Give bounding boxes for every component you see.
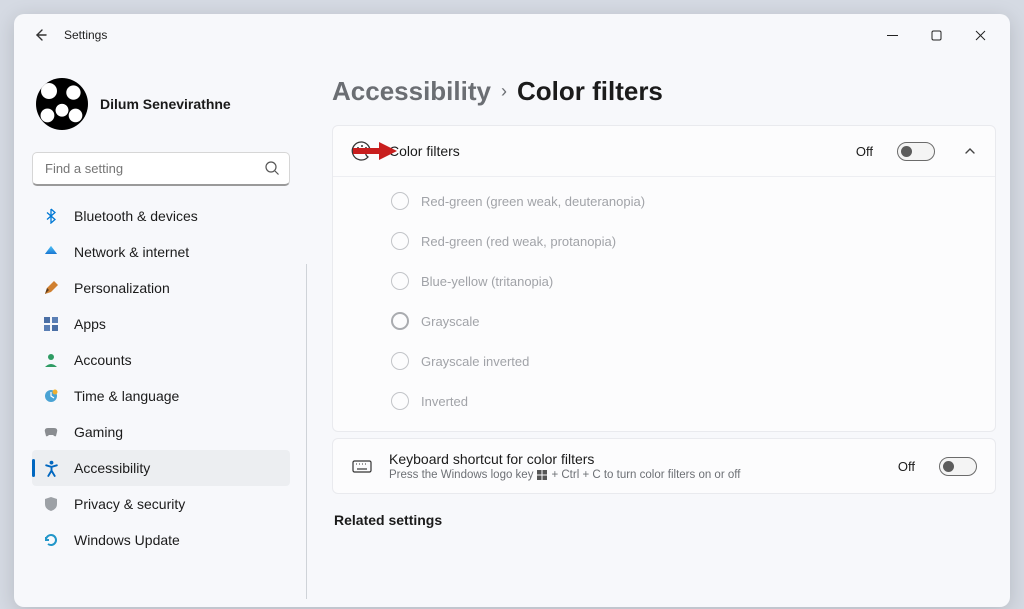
sidebar-item-personalization[interactable]: Personalization xyxy=(32,270,290,306)
sidebar-item-label: Windows Update xyxy=(74,532,180,548)
back-arrow-icon xyxy=(32,27,48,43)
radio-label: Grayscale xyxy=(421,314,480,329)
radio-icon xyxy=(391,392,409,410)
personalize-icon xyxy=(42,279,60,297)
radio-deuteranopia[interactable]: Red-green (green weak, deuteranopia) xyxy=(333,181,995,221)
update-icon xyxy=(42,531,60,549)
radio-protanopia[interactable]: Red-green (red weak, protanopia) xyxy=(333,221,995,261)
username: Dilum Senevirathne xyxy=(100,96,231,112)
color-filter-options: Red-green (green weak, deuteranopia) Red… xyxy=(333,176,995,431)
page-title: Color filters xyxy=(517,76,663,107)
sidebar-item-gaming[interactable]: Gaming xyxy=(32,414,290,450)
accessibility-icon xyxy=(42,459,60,477)
kb-shortcut-title: Keyboard shortcut for color filters xyxy=(389,451,882,467)
sidebar-item-label: Bluetooth & devices xyxy=(74,208,198,224)
sidebar-item-label: Personalization xyxy=(74,280,170,296)
breadcrumb: Accessibility › Color filters xyxy=(332,76,996,107)
radio-icon xyxy=(391,352,409,370)
minimize-icon xyxy=(887,30,898,41)
chevron-up-icon[interactable] xyxy=(963,144,977,158)
kb-shortcut-desc: Press the Windows logo key + Ctrl + C to… xyxy=(389,469,882,481)
sidebar: Dilum Senevirathne Bluetooth & devices N… xyxy=(14,56,302,607)
avatar xyxy=(36,78,88,130)
sidebar-item-label: Apps xyxy=(74,316,106,332)
close-icon xyxy=(975,30,986,41)
main-content: Accessibility › Color filters Color filt… xyxy=(302,56,1010,607)
keyboard-shortcut-card[interactable]: Keyboard shortcut for color filters Pres… xyxy=(332,438,996,494)
kb-shortcut-toggle[interactable] xyxy=(939,457,977,476)
color-filters-state: Off xyxy=(856,144,873,159)
radio-grayscale[interactable]: Grayscale xyxy=(333,301,995,341)
sidebar-item-network[interactable]: Network & internet xyxy=(32,234,290,270)
search-input[interactable] xyxy=(32,152,290,186)
radio-label: Grayscale inverted xyxy=(421,354,529,369)
radio-inverted[interactable]: Inverted xyxy=(333,381,995,421)
gaming-icon xyxy=(42,423,60,441)
maximize-icon xyxy=(931,30,942,41)
sidebar-item-bluetooth[interactable]: Bluetooth & devices xyxy=(32,198,290,234)
sidebar-item-accessibility[interactable]: Accessibility xyxy=(32,450,290,486)
windows-logo-icon xyxy=(537,470,547,480)
window-controls xyxy=(870,19,1002,51)
settings-window: Settings Dilum Senevirathne Bluetooth & … xyxy=(14,14,1010,607)
radio-tritanopia[interactable]: Blue-yellow (tritanopia) xyxy=(333,261,995,301)
sidebar-item-label: Network & internet xyxy=(74,244,189,260)
sidebar-item-accounts[interactable]: Accounts xyxy=(32,342,290,378)
sidebar-item-privacy[interactable]: Privacy & security xyxy=(32,486,290,522)
related-settings-heading: Related settings xyxy=(332,512,996,528)
time-icon xyxy=(42,387,60,405)
radio-label: Inverted xyxy=(421,394,468,409)
radio-label: Red-green (green weak, deuteranopia) xyxy=(421,194,645,209)
search-icon xyxy=(264,160,280,176)
bluetooth-icon xyxy=(42,207,60,225)
kb-shortcut-state: Off xyxy=(898,459,915,474)
close-button[interactable] xyxy=(958,19,1002,51)
chevron-right-icon: › xyxy=(501,81,507,102)
radio-icon xyxy=(391,192,409,210)
minimize-button[interactable] xyxy=(870,19,914,51)
breadcrumb-parent[interactable]: Accessibility xyxy=(332,76,491,107)
titlebar: Settings xyxy=(14,14,1010,56)
radio-grayscale-inverted[interactable]: Grayscale inverted xyxy=(333,341,995,381)
color-filters-title: Color filters xyxy=(389,143,840,159)
privacy-icon xyxy=(42,495,60,513)
sidebar-item-label: Gaming xyxy=(74,424,123,440)
color-filters-card: Color filters Off Red-green (green weak,… xyxy=(332,125,996,432)
annotation-arrow-icon xyxy=(351,140,397,162)
sidebar-item-label: Privacy & security xyxy=(74,496,185,512)
sidebar-item-label: Accounts xyxy=(74,352,132,368)
sidebar-item-label: Accessibility xyxy=(74,460,150,476)
radio-label: Blue-yellow (tritanopia) xyxy=(421,274,553,289)
sidebar-item-label: Time & language xyxy=(74,388,179,404)
search-wrap xyxy=(32,152,290,186)
color-filters-header[interactable]: Color filters Off xyxy=(333,126,995,176)
accounts-icon xyxy=(42,351,60,369)
sidebar-item-update[interactable]: Windows Update xyxy=(32,522,290,558)
nav-list[interactable]: Bluetooth & devices Network & internet P… xyxy=(32,198,290,607)
radio-label: Red-green (red weak, protanopia) xyxy=(421,234,616,249)
sidebar-item-time[interactable]: Time & language xyxy=(32,378,290,414)
apps-icon xyxy=(42,315,60,333)
radio-icon xyxy=(391,272,409,290)
network-icon xyxy=(42,243,60,261)
profile[interactable]: Dilum Senevirathne xyxy=(32,64,290,150)
radio-icon xyxy=(391,232,409,250)
keyboard-icon xyxy=(351,455,373,477)
window-title: Settings xyxy=(64,28,107,42)
color-filters-toggle[interactable] xyxy=(897,142,935,161)
sidebar-item-apps[interactable]: Apps xyxy=(32,306,290,342)
back-button[interactable] xyxy=(22,17,58,53)
radio-icon xyxy=(391,312,409,330)
sidebar-divider xyxy=(306,264,307,599)
maximize-button[interactable] xyxy=(914,19,958,51)
